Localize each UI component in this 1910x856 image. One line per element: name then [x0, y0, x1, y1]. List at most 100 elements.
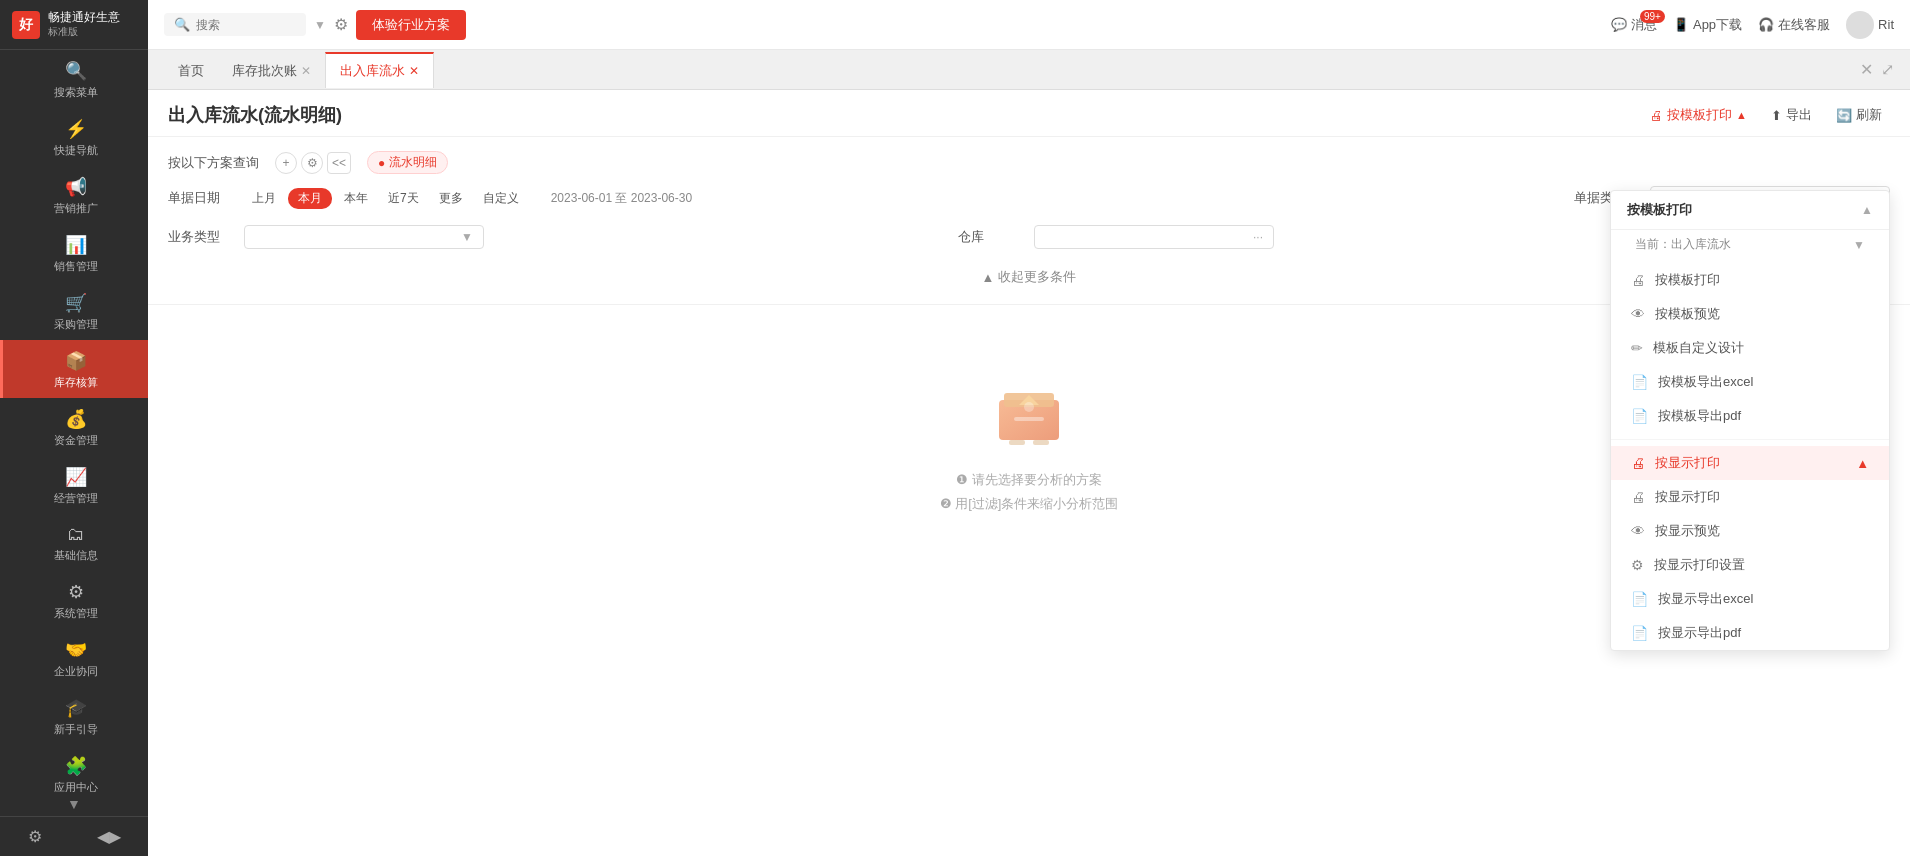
biz-type-select[interactable]: ▼ [244, 225, 484, 249]
date-tab-last-month[interactable]: 上月 [244, 188, 284, 209]
sidebar-item-label-basic: 基础信息 [54, 548, 98, 563]
topbar-left: 🔍 ▼ ⚙ 体验行业方案 [164, 10, 466, 40]
template-custom-item[interactable]: ✏ 模板自定义设计 [1611, 331, 1889, 365]
marketing-icon: 📢 [65, 176, 87, 198]
guide-icon: 🎓 [65, 697, 87, 719]
date-tab-7days[interactable]: 近7天 [380, 188, 427, 209]
display-preview-item[interactable]: 👁 按显示预览 [1611, 514, 1889, 548]
app-download-button[interactable]: 📱 App下载 [1673, 16, 1742, 34]
sidebar-item-quick-nav[interactable]: ⚡ 快捷导航 [0, 108, 148, 166]
search-input[interactable] [196, 18, 296, 32]
sidebar-item-marketing[interactable]: 📢 营销推广 [0, 166, 148, 224]
template-export-excel-item[interactable]: 📄 按模板导出excel [1611, 365, 1889, 399]
template-export-excel-icon: 📄 [1631, 374, 1648, 390]
print-template-label: 按模板打印 [1667, 106, 1732, 124]
tabs-bar: 首页 库存批次账 ✕ 出入库流水 ✕ ✕ ⤢ [148, 50, 1910, 90]
date-tab-more[interactable]: 更多 [431, 188, 471, 209]
dropdown-current-item: 当前：出入库流水 ▼ [1611, 230, 1889, 259]
current-label: 当前：出入库流水 [1635, 236, 1731, 253]
messages-button[interactable]: 💬 消息 99+ [1611, 16, 1657, 34]
sales-icon: 📊 [65, 234, 87, 256]
svg-rect-6 [1033, 440, 1049, 445]
date-tab-this-month[interactable]: 本月 [288, 188, 332, 209]
topbar-settings-icon[interactable]: ⚙ [334, 15, 348, 34]
tab-in-out-flow-label: 出入库流水 [340, 62, 405, 80]
template-export-pdf-icon: 📄 [1631, 408, 1648, 424]
display-print-settings-item[interactable]: ⚙ 按显示打印设置 [1611, 548, 1889, 582]
chevron-up-icon: ▲ [982, 270, 995, 285]
dropdown-scroll-area: 当前：出入库流水 ▼ 🖨 按模板打印 👁 按模板预览 ✏ 模板自定 [1611, 230, 1889, 650]
collapse-sidebar-icon[interactable]: ◀▶ [97, 827, 121, 846]
sidebar-item-operations[interactable]: 📈 经营管理 [0, 456, 148, 514]
sidebar-item-label-inventory: 库存核算 [54, 375, 98, 390]
main-area: 🔍 ▼ ⚙ 体验行业方案 💬 消息 99+ 📱 App下载 🎧 在线客服 [148, 0, 1910, 856]
sidebar-item-finance[interactable]: 💰 资金管理 [0, 398, 148, 456]
filter-settings-button[interactable]: ⚙ [301, 152, 323, 174]
topbar-search-box[interactable]: 🔍 [164, 13, 306, 36]
export-button[interactable]: ⬆ 导出 [1763, 102, 1820, 128]
template-preview-item[interactable]: 👁 按模板预览 [1611, 297, 1889, 331]
tab-home[interactable]: 首页 [164, 52, 218, 88]
tab-in-out-flow-close[interactable]: ✕ [409, 64, 419, 78]
collapse-label: 收起更多条件 [998, 268, 1076, 286]
tag-label: 流水明细 [389, 154, 437, 171]
sidebar-item-collab[interactable]: 🤝 企业协同 [0, 629, 148, 687]
warehouse-label: 仓库 [958, 228, 1018, 246]
dropdown-title: 按模板打印 [1627, 201, 1692, 219]
template-print-item[interactable]: 🖨 按模板打印 [1611, 263, 1889, 297]
current-chevron-down-icon: ▼ [1853, 238, 1865, 252]
dropdown-header[interactable]: 按模板打印 ▲ [1611, 191, 1889, 230]
display-print-section: 🖨 按显示打印 ▲ 🖨 按显示打印 👁 按显示预览 ⚙ 按显示打印设置 [1611, 442, 1889, 650]
sidebar-scroll-down[interactable]: ▼ [0, 792, 148, 816]
date-tab-custom[interactable]: 自定义 [475, 188, 527, 209]
display-export-pdf-item[interactable]: 📄 按显示导出pdf [1611, 616, 1889, 650]
display-print-item[interactable]: 🖨 按显示打印 [1611, 480, 1889, 514]
sidebar-item-purchase[interactable]: 🛒 采购管理 [0, 282, 148, 340]
page-title: 出入库流水(流水明细) [168, 103, 342, 127]
refresh-label: 刷新 [1856, 106, 1882, 124]
sidebar-item-inventory[interactable]: 📦 库存核算 [0, 340, 148, 398]
active-filter-tag[interactable]: ● 流水明细 [367, 151, 448, 174]
search-dropdown-icon[interactable]: ▼ [314, 18, 326, 32]
date-tab-this-year[interactable]: 本年 [336, 188, 376, 209]
settings-bottom-icon[interactable]: ⚙ [28, 827, 42, 846]
tab-in-out-flow[interactable]: 出入库流水 ✕ [325, 52, 434, 88]
date-label: 单据日期 [168, 189, 228, 207]
tab-batch-account[interactable]: 库存批次账 ✕ [218, 52, 325, 88]
sidebar-item-sales[interactable]: 📊 销售管理 [0, 224, 148, 282]
inventory-icon: 📦 [65, 350, 87, 372]
display-print-section-header[interactable]: 🖨 按显示打印 ▲ [1611, 446, 1889, 480]
display-export-pdf-label: 按显示导出pdf [1658, 624, 1741, 642]
display-export-excel-item[interactable]: 📄 按显示导出excel [1611, 582, 1889, 616]
tab-close-all-icon[interactable]: ✕ [1860, 60, 1873, 79]
user-avatar-area[interactable]: Rit [1846, 11, 1894, 39]
sidebar-item-apps[interactable]: 🧩 应用中心 [0, 745, 148, 792]
sidebar-item-search[interactable]: 🔍 搜索菜单 [0, 50, 148, 108]
template-export-pdf-item[interactable]: 📄 按模板导出pdf [1611, 399, 1889, 433]
topbar: 🔍 ▼ ⚙ 体验行业方案 💬 消息 99+ 📱 App下载 🎧 在线客服 [148, 0, 1910, 50]
warehouse-more-icon[interactable]: ··· [1253, 230, 1263, 244]
display-export-excel-icon: 📄 [1631, 591, 1648, 607]
tab-expand-icon[interactable]: ⤢ [1881, 60, 1894, 79]
sidebar-item-guide[interactable]: 🎓 新手引导 [0, 687, 148, 745]
chevron-down-icon: ▼ [67, 796, 81, 812]
display-preview-label: 按显示预览 [1655, 522, 1720, 540]
display-print-settings-icon: ⚙ [1631, 557, 1644, 573]
add-filter-button[interactable]: + [275, 152, 297, 174]
collapse-more-button[interactable]: ▲ 收起更多条件 [982, 264, 1077, 290]
trial-industry-button[interactable]: 体验行业方案 [356, 10, 466, 40]
online-service-button[interactable]: 🎧 在线客服 [1758, 16, 1830, 34]
display-print-header-icon: 🖨 [1631, 455, 1645, 471]
filter-collapse-button[interactable]: << [327, 152, 351, 174]
message-icon: 💬 [1611, 17, 1627, 32]
sidebar-item-label-collab: 企业协同 [54, 664, 98, 679]
sidebar-item-basic[interactable]: 🗂 基础信息 [0, 514, 148, 571]
sidebar-item-label-quick-nav: 快捷导航 [54, 143, 98, 158]
warehouse-select[interactable]: ··· [1034, 225, 1274, 249]
refresh-button[interactable]: 🔄 刷新 [1828, 102, 1890, 128]
display-export-excel-label: 按显示导出excel [1658, 590, 1753, 608]
svg-rect-3 [1014, 417, 1044, 421]
tab-batch-account-close[interactable]: ✕ [301, 64, 311, 78]
sidebar-item-system[interactable]: ⚙ 系统管理 [0, 571, 148, 629]
print-template-button[interactable]: 🖨 按模板打印 ▲ [1642, 102, 1755, 128]
